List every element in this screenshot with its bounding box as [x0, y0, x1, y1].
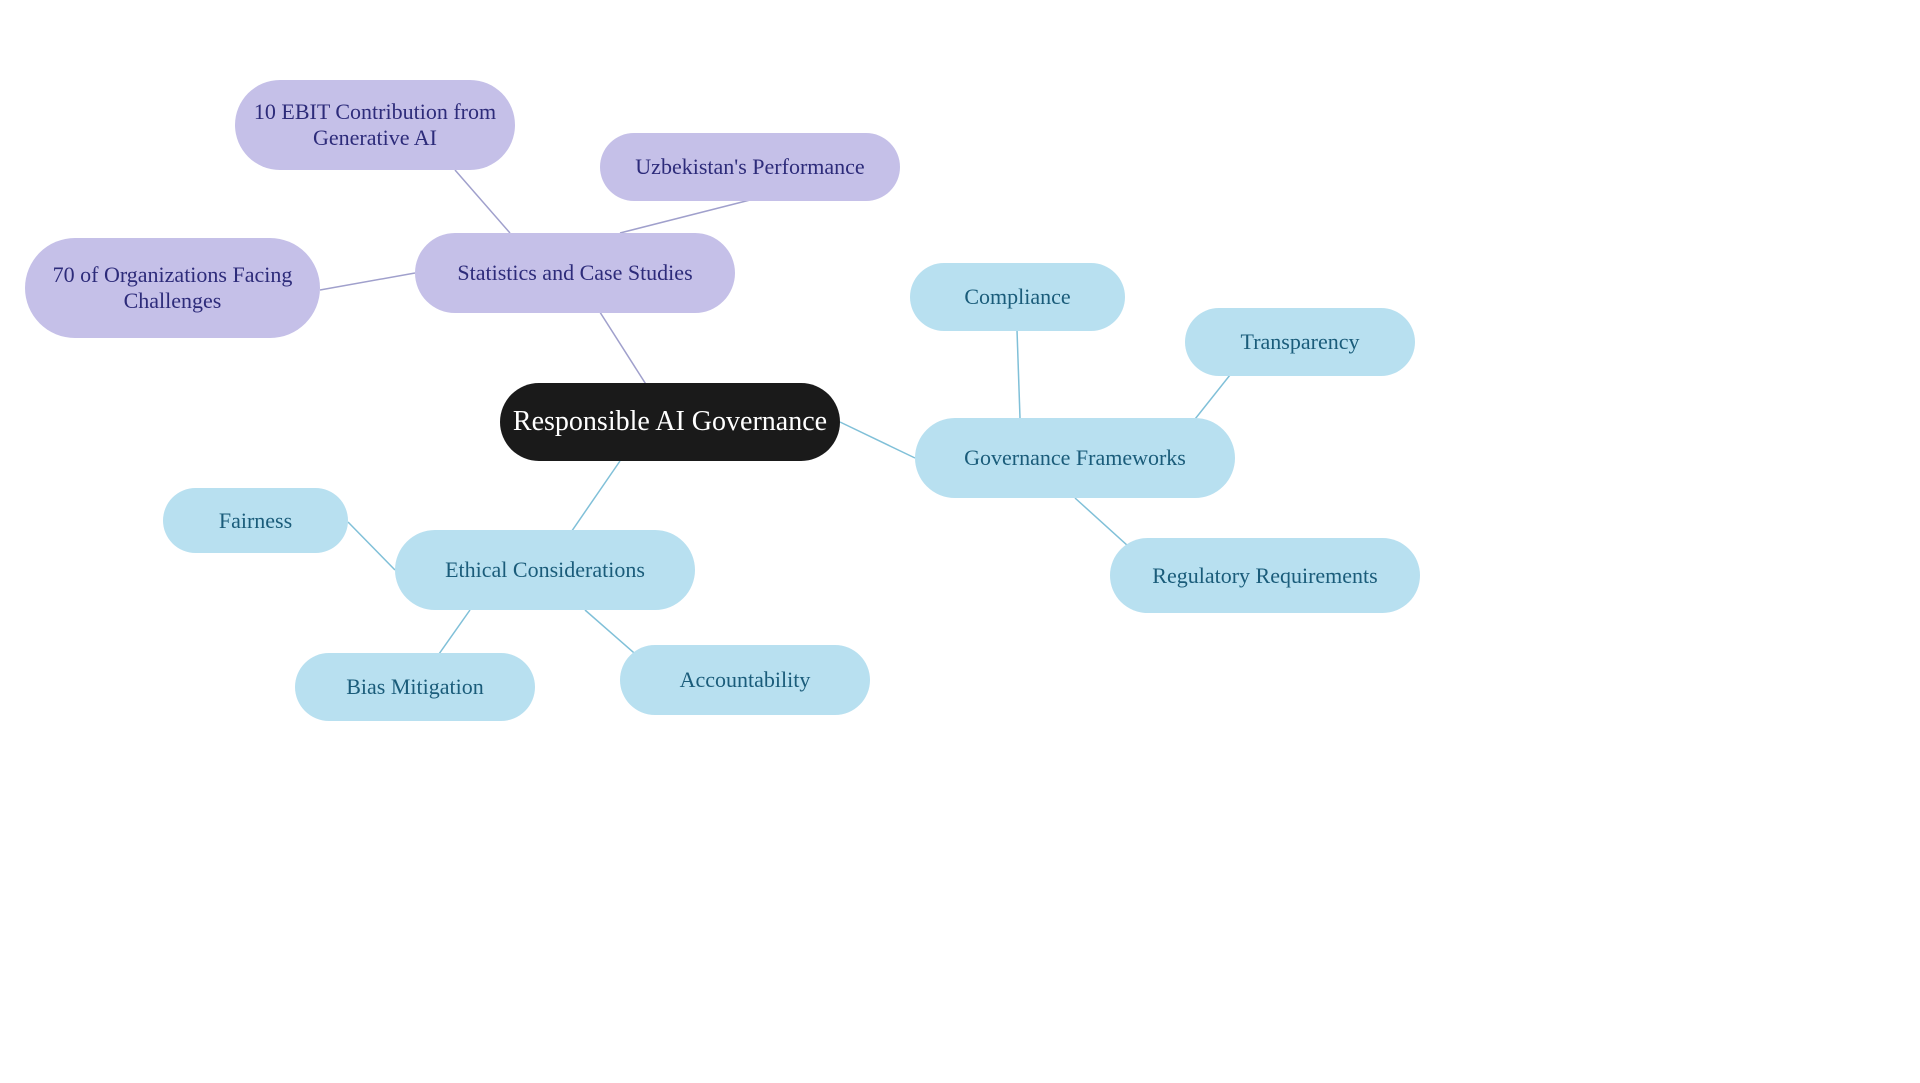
compliance-node[interactable]: Compliance — [910, 263, 1125, 331]
regulatory-node[interactable]: Regulatory Requirements — [1110, 538, 1420, 613]
accountability-node[interactable]: Accountability — [620, 645, 870, 715]
uzbekistan-node[interactable]: Uzbekistan's Performance — [600, 133, 900, 201]
statistics-node[interactable]: Statistics and Case Studies — [415, 233, 735, 313]
governance-node[interactable]: Governance Frameworks — [915, 418, 1235, 498]
ebit-node[interactable]: 10 EBIT Contribution from Generative AI — [235, 80, 515, 170]
transparency-node[interactable]: Transparency — [1185, 308, 1415, 376]
fairness-node[interactable]: Fairness — [163, 488, 348, 553]
center-node[interactable]: Responsible AI Governance — [500, 383, 840, 461]
seventy-node[interactable]: 70 of Organizations Facing Challenges — [25, 238, 320, 338]
ethical-node[interactable]: Ethical Considerations — [395, 530, 695, 610]
bias-node[interactable]: Bias Mitigation — [295, 653, 535, 721]
